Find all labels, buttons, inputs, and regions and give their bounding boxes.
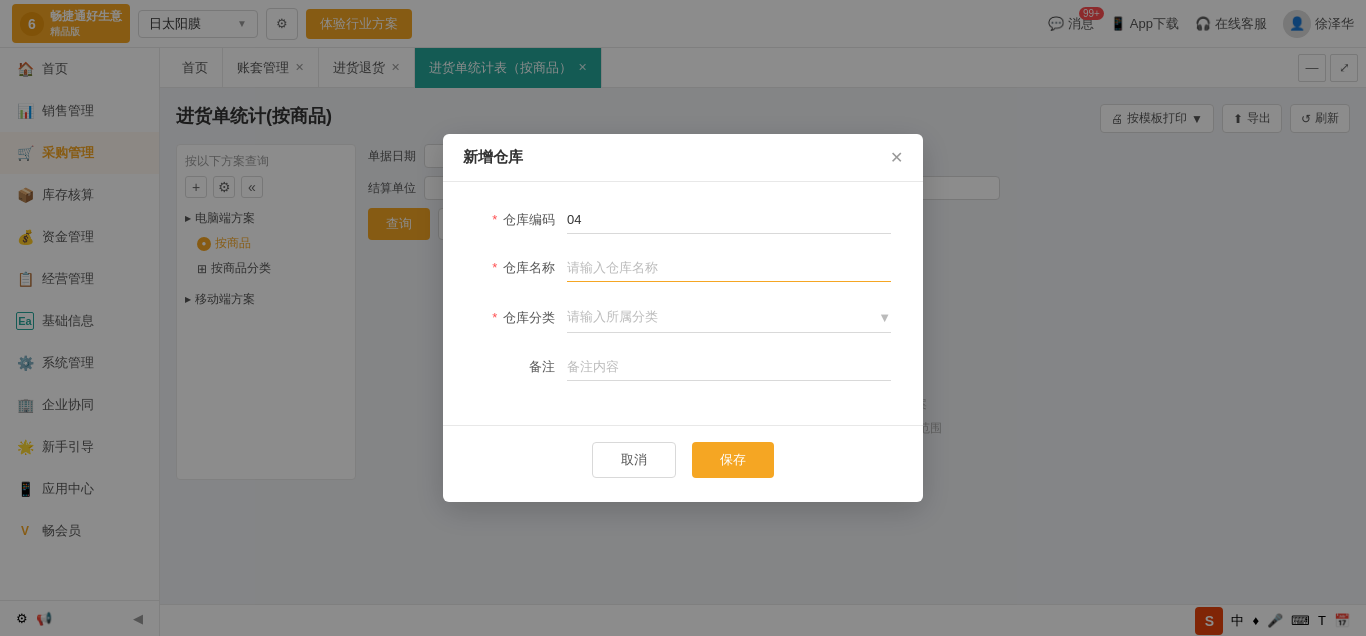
- cancel-button[interactable]: 取消: [592, 442, 676, 478]
- required-star-code: *: [492, 212, 497, 227]
- form-row-code: * 仓库编码: [475, 206, 891, 234]
- category-arrow-icon: ▼: [878, 310, 891, 325]
- dialog-header: 新增仓库 ✕: [443, 134, 923, 182]
- category-label: * 仓库分类: [475, 309, 555, 327]
- code-input[interactable]: [567, 206, 891, 234]
- new-warehouse-dialog: 新增仓库 ✕ * 仓库编码 * 仓库名称: [443, 134, 923, 502]
- dialog-body: * 仓库编码 * 仓库名称 * 仓库分类 请输入所属: [443, 182, 923, 425]
- remark-label: 备注: [475, 358, 555, 376]
- dialog-footer: 取消 保存: [443, 425, 923, 502]
- dialog-close-btn[interactable]: ✕: [890, 148, 903, 167]
- required-star-category: *: [492, 310, 497, 325]
- dialog-title: 新增仓库: [463, 148, 523, 167]
- remark-input[interactable]: [567, 353, 891, 381]
- save-button[interactable]: 保存: [692, 442, 774, 478]
- name-input[interactable]: [567, 254, 891, 282]
- name-label: * 仓库名称: [475, 259, 555, 277]
- code-label: * 仓库编码: [475, 211, 555, 229]
- required-star-name: *: [492, 260, 497, 275]
- form-row-name: * 仓库名称: [475, 254, 891, 282]
- modal-overlay: 新增仓库 ✕ * 仓库编码 * 仓库名称: [0, 0, 1366, 636]
- form-row-remark: 备注: [475, 353, 891, 381]
- form-row-category: * 仓库分类 请输入所属分类 ▼: [475, 302, 891, 333]
- category-select[interactable]: 请输入所属分类 ▼: [567, 302, 891, 333]
